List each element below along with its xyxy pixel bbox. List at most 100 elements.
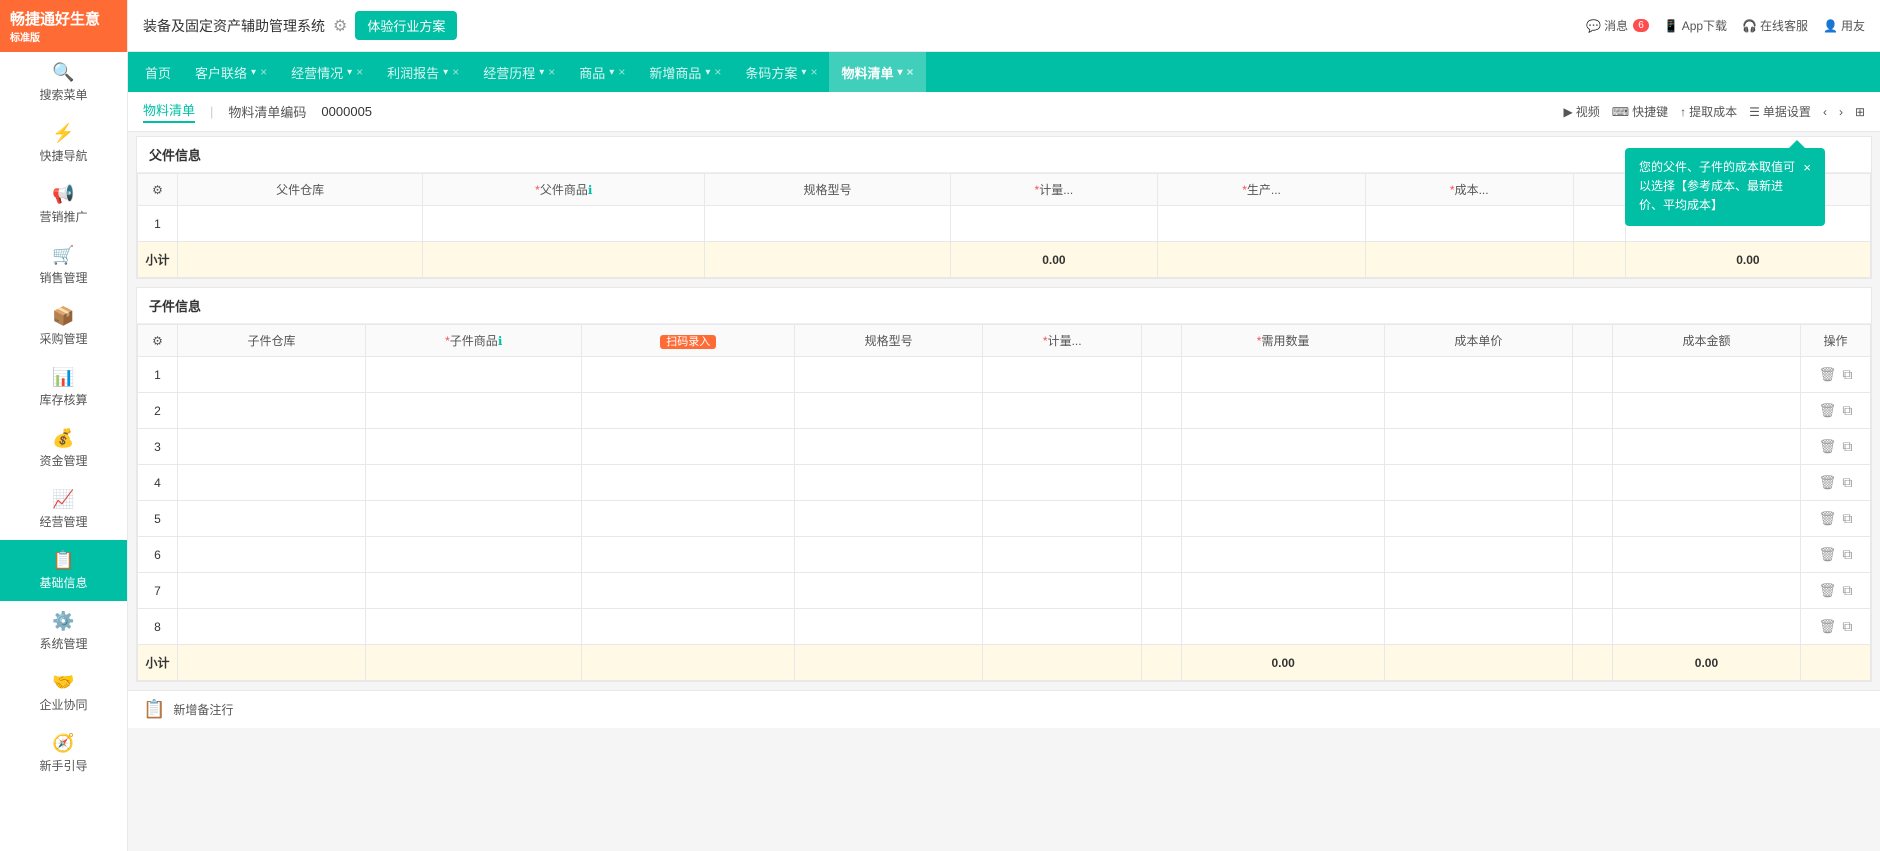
child-row8-measure[interactable] [983,609,1142,645]
copy-icon-row6[interactable]: ⧉ [1842,546,1852,563]
child-row5-spec[interactable] [795,501,983,537]
nav-tab-1[interactable]: 客户联络 ▾ × [183,52,279,92]
sidebar-item-6[interactable]: 💰资金管理 [0,418,127,479]
child-row5-unit-cost[interactable] [1384,501,1572,537]
child-row4-qty[interactable] [1182,465,1384,501]
child-row4-measure[interactable] [983,465,1142,501]
delete-icon-row5[interactable]: 🗑 [1819,510,1837,527]
child-row2-qty[interactable] [1182,393,1384,429]
child-row5-product[interactable] [366,501,582,537]
child-row5-measure[interactable] [983,501,1142,537]
delete-icon-row3[interactable]: 🗑 [1819,438,1837,455]
child-row3-measure[interactable] [983,429,1142,465]
delete-icon-row1[interactable]: 🗑 [1819,366,1837,383]
sidebar-item-10[interactable]: 🤝企业协同 [0,662,127,723]
child-row7-spec[interactable] [795,573,983,609]
child-row2-product[interactable] [366,393,582,429]
child-row6-unit-cost[interactable] [1384,537,1572,573]
trial-button[interactable]: 体验行业方案 [355,11,457,40]
tooltip-close[interactable]: × [1803,158,1811,179]
extract-cost-action[interactable]: ↑ 提取成本 [1680,103,1737,120]
sidebar-item-2[interactable]: 📢营销推广 [0,174,127,235]
delete-icon-row4[interactable]: 🗑 [1819,474,1837,491]
child-row1-qty[interactable] [1182,357,1384,393]
sidebar-item-7[interactable]: 📈经营管理 [0,479,127,540]
copy-icon-row2[interactable]: ⧉ [1842,402,1852,419]
child-row8-warehouse[interactable] [178,609,366,645]
nav-tab-2[interactable]: 经营情况 ▾ × [279,52,375,92]
sidebar-item-0[interactable]: 🔍搜索菜单 [0,52,127,113]
sidebar-item-4[interactable]: 📦采购管理 [0,296,127,357]
child-row1-measure[interactable] [983,357,1142,393]
child-row2-unit-cost[interactable] [1384,393,1572,429]
copy-icon-row3[interactable]: ⧉ [1842,438,1852,455]
child-row7-measure[interactable] [983,573,1142,609]
child-row8-qty[interactable] [1182,609,1384,645]
child-row3-spec[interactable] [795,429,983,465]
parent-row1-measure[interactable] [950,206,1158,242]
child-row6-product[interactable] [366,537,582,573]
child-row4-spec[interactable] [795,465,983,501]
sidebar-item-9[interactable]: ⚙️系统管理 [0,601,127,662]
delete-icon-row8[interactable]: 🗑 [1819,618,1837,635]
copy-icon-row1[interactable]: ⧉ [1842,366,1852,383]
delete-icon-row6[interactable]: 🗑 [1819,546,1837,563]
child-row3-qty[interactable] [1182,429,1384,465]
online-service-item[interactable]: 🎧 在线客服 [1742,17,1808,34]
sidebar-item-8[interactable]: 📋基础信息 [0,540,127,601]
nav-tab-8[interactable]: 物料清单 ▾ × [829,52,925,92]
add-note-label[interactable]: 新增备注行 [173,701,233,718]
nav-tab-7[interactable]: 条码方案 ▾ × [733,52,829,92]
sidebar-item-11[interactable]: 🧭新手引导 [0,723,127,784]
expand-icon[interactable]: ⊞ [1855,105,1865,119]
child-row2-warehouse[interactable] [178,393,366,429]
message-item[interactable]: 💬 消息 6 [1586,17,1649,34]
child-row6-warehouse[interactable] [178,537,366,573]
child-row1-product[interactable] [366,357,582,393]
child-row8-product[interactable] [366,609,582,645]
nav-tab-3[interactable]: 利润报告 ▾ × [375,52,471,92]
nav-prev[interactable]: ‹ [1823,105,1827,119]
nav-tab-6[interactable]: 新增商品 ▾ × [637,52,733,92]
child-row8-unit-cost[interactable] [1384,609,1572,645]
parent-row1-spec[interactable] [705,206,950,242]
child-row7-qty[interactable] [1182,573,1384,609]
copy-icon-row4[interactable]: ⧉ [1842,474,1852,491]
child-row4-warehouse[interactable] [178,465,366,501]
child-row1-warehouse[interactable] [178,357,366,393]
copy-icon-row7[interactable]: ⧉ [1842,582,1852,599]
child-row4-unit-cost[interactable] [1384,465,1572,501]
nav-next[interactable]: › [1839,105,1843,119]
child-row1-unit-cost[interactable] [1384,357,1572,393]
child-row2-measure[interactable] [983,393,1142,429]
sidebar-item-3[interactable]: 🛒销售管理 [0,235,127,296]
nav-tab-4[interactable]: 经营历程 ▾ × [471,52,567,92]
child-row8-spec[interactable] [795,609,983,645]
user-item[interactable]: 👤 用友 [1823,17,1865,34]
child-row5-warehouse[interactable] [178,501,366,537]
child-row5-qty[interactable] [1182,501,1384,537]
parent-row1-warehouse[interactable] [178,206,423,242]
child-row3-warehouse[interactable] [178,429,366,465]
parent-row1-product[interactable] [423,206,705,242]
child-row6-measure[interactable] [983,537,1142,573]
child-row4-product[interactable] [366,465,582,501]
sub-tab-list[interactable]: 物料清单 [143,100,195,123]
nav-tab-0[interactable]: 首页 [133,52,183,92]
copy-icon-row5[interactable]: ⧉ [1842,510,1852,527]
child-col-scan[interactable]: 扫码录入 [582,325,795,357]
nav-tab-5[interactable]: 商品 ▾ × [567,52,637,92]
child-row3-unit-cost[interactable] [1384,429,1572,465]
child-row7-product[interactable] [366,573,582,609]
single-settings-action[interactable]: ☰ 单据设置 [1749,103,1811,120]
parent-row1-produce[interactable] [1158,206,1366,242]
child-row6-spec[interactable] [795,537,983,573]
child-row7-warehouse[interactable] [178,573,366,609]
shortcut-action[interactable]: ⌨ 快捷键 [1612,103,1668,120]
delete-icon-row2[interactable]: 🗑 [1819,402,1837,419]
app-download-item[interactable]: 📱 App下载 [1664,17,1727,34]
child-row1-spec[interactable] [795,357,983,393]
video-action[interactable]: ▶ 视频 [1564,103,1600,120]
sidebar-item-1[interactable]: ⚡快捷导航 [0,113,127,174]
delete-icon-row7[interactable]: 🗑 [1819,582,1837,599]
